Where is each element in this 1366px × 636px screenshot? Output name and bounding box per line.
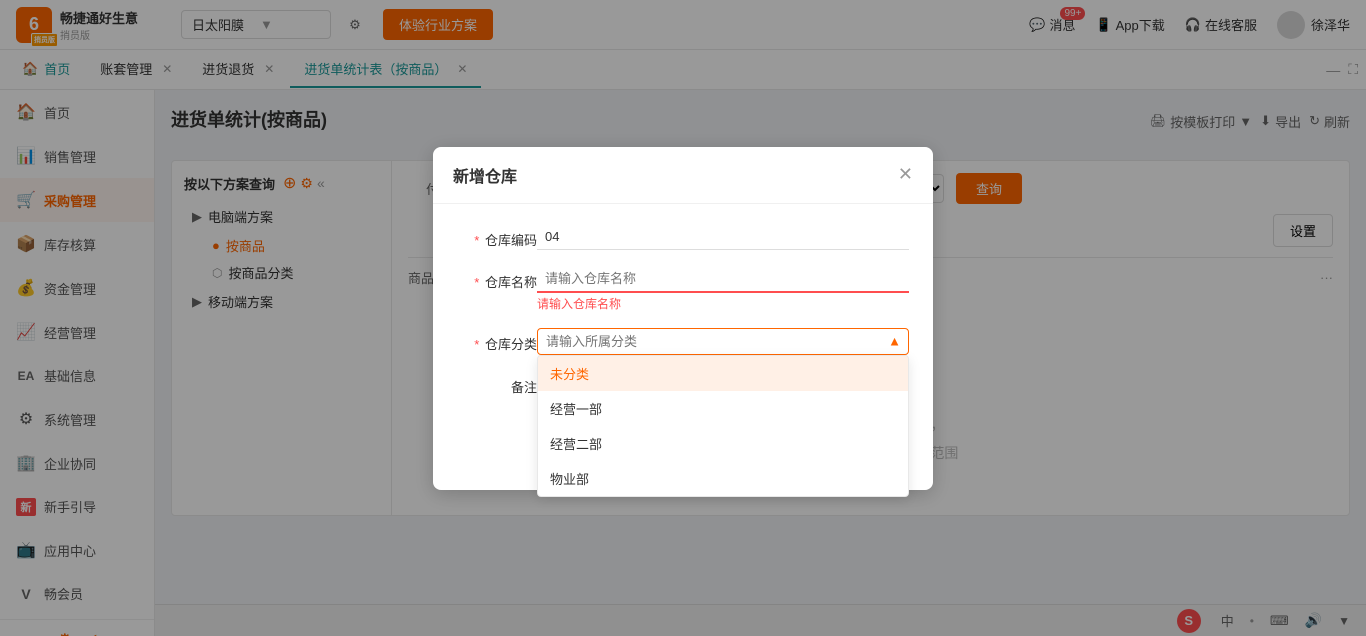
notes-label: 备注 [457,371,537,396]
modal-close-btn[interactable]: ✕ [898,164,913,185]
form-row-code: * 仓库编码 [457,224,909,250]
code-label: * 仓库编码 [457,224,537,249]
modal-title: 新增仓库 [453,163,517,187]
name-input[interactable] [537,266,909,293]
option-none[interactable]: 未分类 [538,356,908,391]
category-dropdown-list: 未分类 经营一部 经营二部 物业部 [537,355,909,497]
form-row-category: * 仓库分类 ▲ 未分类 经营一部 经营二部 物业部 [457,328,909,355]
modal-header: 新增仓库 ✕ [433,147,933,204]
modal-overlay: 新增仓库 ✕ * 仓库编码 * 仓库名称 [0,0,1366,636]
modal-body: * 仓库编码 * 仓库名称 请输入仓库名称 [433,204,933,433]
name-label: * 仓库名称 [457,266,537,291]
form-row-name: * 仓库名称 请输入仓库名称 [457,266,909,312]
add-warehouse-modal: 新增仓库 ✕ * 仓库编码 * 仓库名称 [433,147,933,490]
category-input[interactable] [537,328,909,355]
category-dropdown: ▲ [537,328,909,355]
category-dropdown-arrow[interactable]: ▲ [888,334,901,349]
option-dept1[interactable]: 经营一部 [538,391,908,426]
option-dept3[interactable]: 物业部 [538,461,908,496]
option-dept2[interactable]: 经营二部 [538,426,908,461]
category-label: * 仓库分类 [457,328,537,353]
code-input[interactable] [537,224,909,250]
name-error-msg: 请输入仓库名称 [537,295,909,312]
